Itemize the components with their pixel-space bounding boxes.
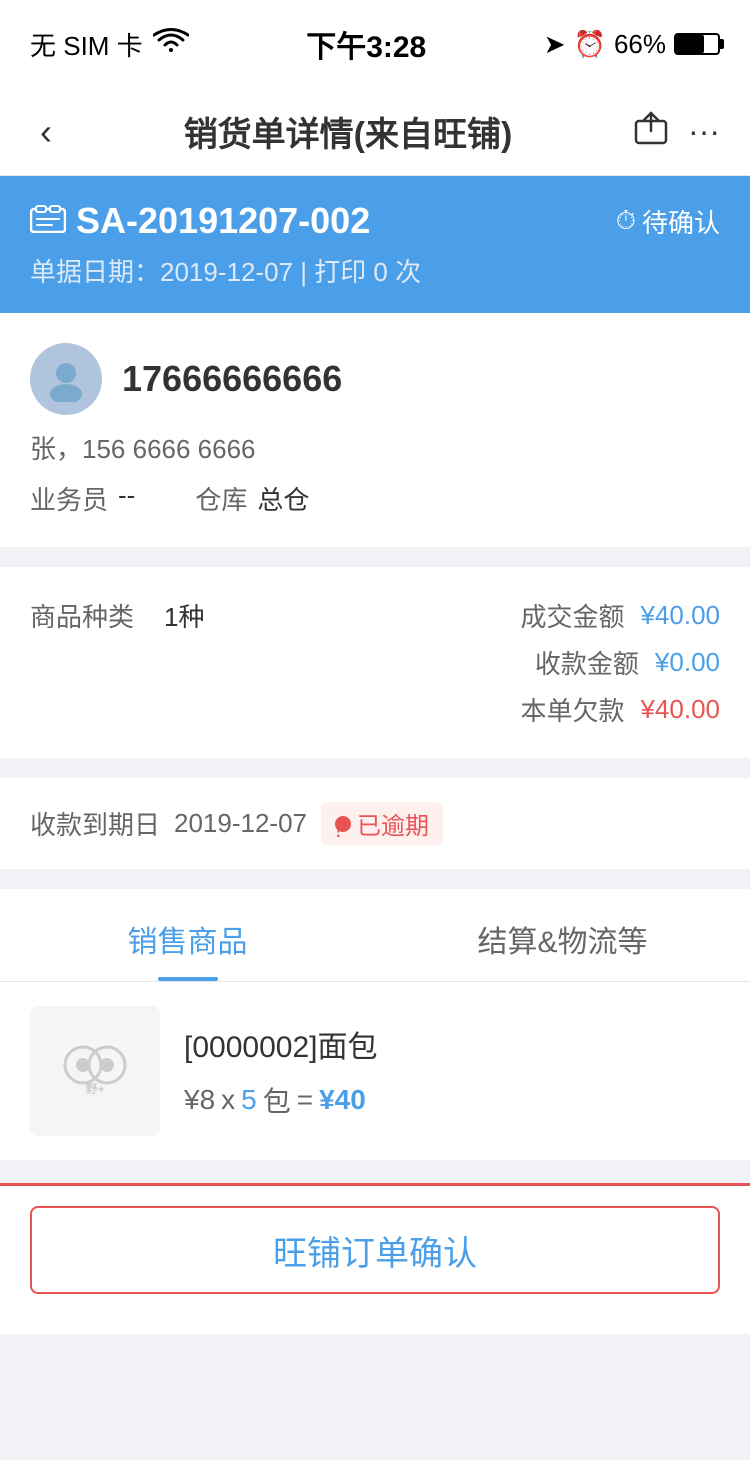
divider-2	[0, 758, 750, 778]
status-bar-right: ➤ ⏰ 66%	[544, 29, 720, 60]
order-header: SA-20191207-002 ⏱ 待确认 单据日期：2019-12-07 | …	[0, 176, 750, 313]
summary-row: 商品种类 1种 成交金额 ¥40.00 收款金额 ¥0.00 本单欠款 ¥40.…	[30, 597, 720, 728]
svg-text:野+: 野+	[85, 1082, 104, 1096]
tab-sales-product[interactable]: 销售商品	[0, 889, 375, 981]
order-status: ⏱ 待确认	[616, 203, 720, 240]
summary-card: 商品种类 1种 成交金额 ¥40.00 收款金额 ¥0.00 本单欠款 ¥40.…	[0, 567, 750, 758]
product-unit: 包	[263, 1080, 291, 1120]
page-title: 销货单详情(来自旺铺)	[184, 107, 513, 156]
customer-card: 17666666666 张，156 6666 6666 业务员 -- 仓库 总仓	[0, 313, 750, 547]
multiply-sign: x	[221, 1084, 235, 1116]
product-thumbnail: 野+	[30, 1006, 160, 1136]
product-qty: 5	[241, 1084, 257, 1116]
nav-bar: ‹ 销货单详情(来自旺铺) ···	[0, 88, 750, 176]
location-icon: ➤	[544, 29, 566, 60]
overdue-badge: ! 已逾期	[321, 802, 443, 845]
salesperson-label: 业务员	[30, 480, 108, 517]
deal-value: ¥40.00	[640, 600, 720, 631]
product-price: ¥8	[184, 1084, 215, 1116]
product-name: [0000002]面包	[184, 1022, 720, 1066]
customer-name: 张，156 6666 6666	[30, 429, 720, 466]
salesperson-value: --	[118, 480, 135, 517]
alarm-icon: ⏰	[574, 29, 606, 60]
product-price-row: ¥8 x 5 包 = ¥40	[184, 1080, 720, 1120]
warehouse-label: 仓库	[195, 480, 247, 517]
tab-settlement[interactable]: 结算&物流等	[375, 889, 750, 981]
order-icon	[30, 200, 66, 242]
battery-icon	[674, 33, 720, 55]
product-total: ¥40	[319, 1084, 366, 1116]
warehouse-item: 仓库 总仓	[195, 480, 309, 517]
customer-avatar	[30, 343, 102, 415]
divider-1	[0, 547, 750, 567]
summary-right: 成交金额 ¥40.00 收款金额 ¥0.00 本单欠款 ¥40.00	[520, 597, 720, 728]
due-date-label: 收款到期日	[30, 805, 160, 842]
confirm-button[interactable]: 旺铺订单确认	[30, 1206, 720, 1294]
product-type-value: 1种	[164, 597, 204, 728]
carrier-text: 无 SIM 卡	[30, 26, 143, 63]
order-date: 单据日期：2019-12-07 | 打印 0 次	[30, 252, 720, 289]
amount-owed: 本单欠款 ¥40.00	[520, 691, 720, 728]
product-card: 野+ [0000002]面包 ¥8 x 5 包 = ¥40	[0, 982, 750, 1160]
more-button[interactable]: ···	[688, 113, 720, 150]
clock-icon: ⏱	[616, 205, 636, 237]
due-date-value: 2019-12-07	[174, 808, 307, 839]
product-details: [0000002]面包 ¥8 x 5 包 = ¥40	[184, 1022, 720, 1120]
amount-deal: 成交金额 ¥40.00	[520, 597, 720, 634]
status-bar: 无 SIM 卡 下午3:28 ➤ ⏰ 66%	[0, 0, 750, 88]
product-type-label: 商品种类	[30, 597, 134, 728]
order-id: SA-20191207-002	[30, 200, 370, 242]
nav-actions: ···	[634, 111, 720, 153]
summary-left: 商品种类 1种	[30, 597, 204, 728]
salesperson-item: 业务员 --	[30, 480, 135, 517]
equals-sign: =	[297, 1084, 313, 1116]
battery-text: 66%	[614, 29, 666, 60]
deal-label: 成交金额	[520, 597, 624, 634]
owed-label: 本单欠款	[520, 691, 624, 728]
overdue-dot-icon: !	[335, 816, 351, 832]
confirm-btn-area: 旺铺订单确认	[0, 1183, 750, 1334]
paid-label: 收款金额	[535, 644, 639, 681]
wifi-icon	[153, 28, 189, 61]
warehouse-value: 总仓	[257, 480, 309, 517]
amount-paid: 收款金额 ¥0.00	[535, 644, 720, 681]
overdue-text: 已逾期	[357, 806, 429, 841]
due-date-card: 收款到期日 2019-12-07 ! 已逾期	[0, 778, 750, 869]
tabs-container: 销售商品 结算&物流等	[0, 889, 750, 982]
status-bar-time: 下午3:28	[306, 22, 426, 66]
back-button[interactable]: ‹	[30, 101, 62, 163]
customer-meta: 业务员 -- 仓库 总仓	[30, 480, 720, 517]
status-bar-left: 无 SIM 卡	[30, 26, 189, 63]
customer-top: 17666666666	[30, 343, 720, 415]
owed-value: ¥40.00	[640, 694, 720, 725]
customer-phone: 17666666666	[122, 358, 342, 400]
paid-value: ¥0.00	[655, 647, 720, 678]
share-button[interactable]	[634, 111, 668, 153]
order-header-top: SA-20191207-002 ⏱ 待确认	[30, 200, 720, 242]
product-logo-icon: 野+	[55, 1037, 135, 1106]
